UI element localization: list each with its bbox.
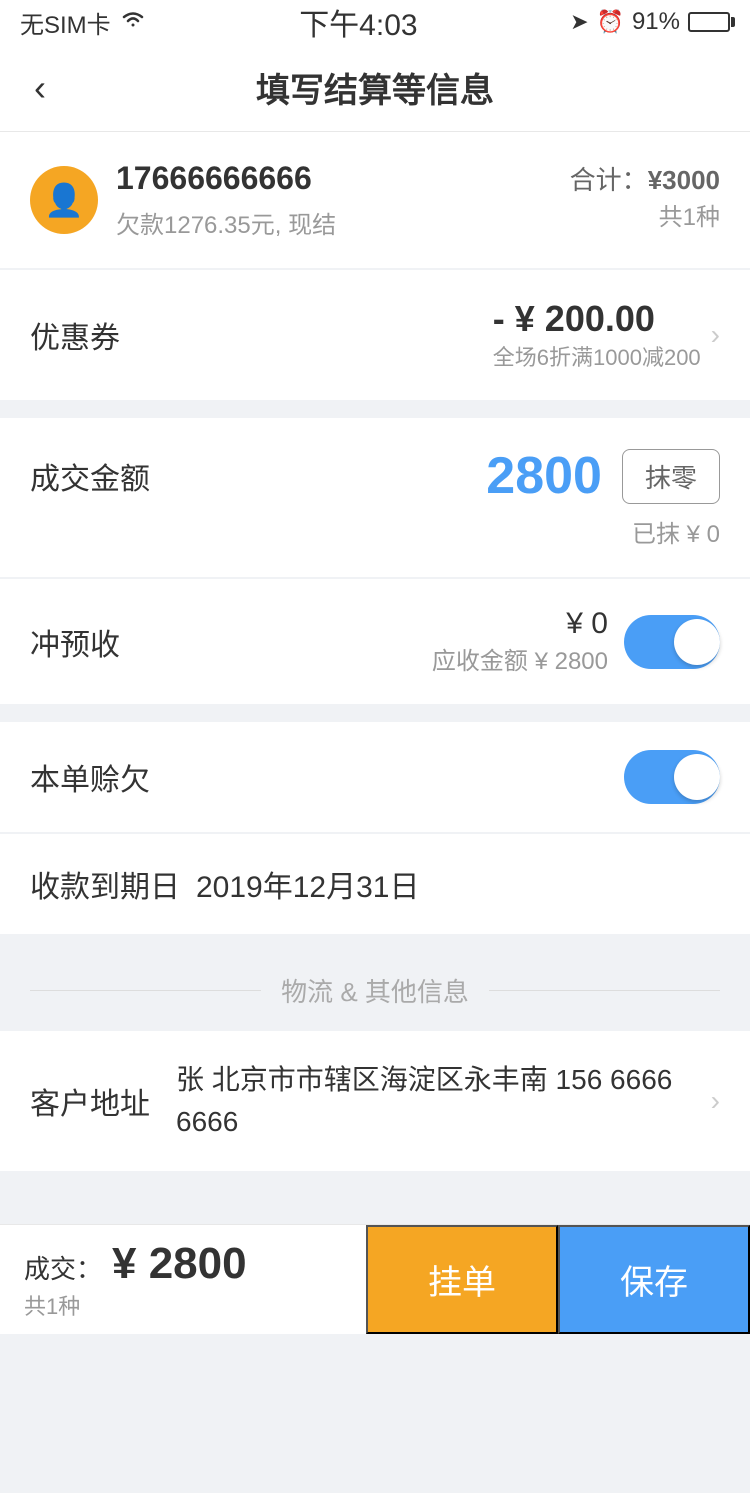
address-section[interactable]: 客户地址 张 北京市市辖区海淀区永丰南 156 6666 6666 › xyxy=(0,1031,750,1171)
duedate-section: 收款到期日 2019年12月31日 xyxy=(0,834,750,934)
status-time: 下午4:03 xyxy=(299,0,417,44)
carrier-text: 无SIM卡 xyxy=(20,5,111,40)
logistics-line-right xyxy=(489,990,720,991)
divider-3 xyxy=(0,936,750,952)
bottom-deal-label: 成交： xyxy=(24,1249,102,1286)
nav-bar: ‹ 填写结算等信息 xyxy=(0,44,750,132)
toggle-knob xyxy=(674,619,720,665)
save-button[interactable]: 保存 xyxy=(558,1225,750,1334)
precollect-row: 冲预收 ¥ 0 应收金额 ¥ 2800 xyxy=(30,607,720,676)
logistics-line-left xyxy=(30,990,261,991)
bottom-deal-amount: ¥ 2800 xyxy=(112,1239,247,1289)
address-value: 张 北京市市辖区海淀区永丰南 156 6666 6666 xyxy=(176,1059,695,1143)
toggle-knob-2 xyxy=(674,754,720,800)
precollect-toggle[interactable] xyxy=(624,615,720,669)
status-bar: 无SIM卡 下午4:03 ➤ ⏰ 91% xyxy=(0,0,750,44)
total-label: 合计：¥3000 xyxy=(570,160,720,197)
precollect-amounts: ¥ 0 应收金额 ¥ 2800 xyxy=(432,607,608,676)
precollect-label: 冲预收 xyxy=(30,620,120,664)
address-label: 客户地址 xyxy=(30,1079,160,1123)
precollect-section: 冲预收 ¥ 0 应收金额 ¥ 2800 xyxy=(0,579,750,704)
total-count: 共1种 xyxy=(570,197,720,232)
wifi-icon xyxy=(119,8,147,36)
duedate-label: 收款到期日 xyxy=(30,862,180,906)
page-title: 填写结算等信息 xyxy=(256,63,494,112)
arrears-toggle[interactable] xyxy=(624,750,720,804)
deal-section: 成交金额 2800 抹零 已抹 ¥ 0 xyxy=(0,418,750,577)
arrears-section: 本单赊欠 xyxy=(0,722,750,832)
address-chevron-icon: › xyxy=(711,1085,720,1117)
coupon-detail: 全场6折满1000减200 xyxy=(493,340,701,372)
bottom-count: 共1种 xyxy=(24,1289,342,1321)
customer-section: 👤 17666666666 欠款1276.35元, 现结 合计：¥3000 共1… xyxy=(0,132,750,268)
customer-debt: 欠款1276.35元, 现结 xyxy=(116,205,336,240)
bottom-summary: 成交： ¥ 2800 共1种 xyxy=(0,1225,366,1334)
status-left: 无SIM卡 xyxy=(20,5,147,40)
bottom-deal-row: 成交： ¥ 2800 xyxy=(24,1239,342,1289)
duedate-value: 2019年12月31日 xyxy=(196,862,419,906)
deal-label: 成交金额 xyxy=(30,454,150,498)
deal-sub: 已抹 ¥ 0 xyxy=(30,514,720,549)
chevron-right-icon: › xyxy=(711,319,720,351)
coupon-label: 优惠券 xyxy=(30,313,120,357)
precollect-sub: 应收金额 ¥ 2800 xyxy=(432,641,608,676)
coupon-section[interactable]: 优惠券 - ¥ 200.00 全场6折满1000减200 › xyxy=(0,270,750,400)
deal-amount: 2800 xyxy=(486,446,602,506)
coupon-right: - ¥ 200.00 全场6折满1000减200 › xyxy=(493,298,720,372)
customer-info: 17666666666 欠款1276.35元, 现结 xyxy=(116,160,336,240)
battery-percent: 91% xyxy=(632,8,680,36)
logistics-label: 物流 & 其他信息 xyxy=(281,972,469,1009)
location-icon: ➤ xyxy=(570,9,588,35)
arrears-label: 本单赊欠 xyxy=(30,755,150,799)
alarm-icon: ⏰ xyxy=(597,9,624,35)
deal-row: 成交金额 2800 抹零 xyxy=(30,446,720,506)
back-button[interactable]: ‹ xyxy=(24,57,56,119)
status-right: ➤ ⏰ 91% xyxy=(570,8,730,36)
customer-left: 👤 17666666666 欠款1276.35元, 现结 xyxy=(30,160,336,240)
coupon-discount: - ¥ 200.00 xyxy=(493,298,701,340)
battery-icon xyxy=(688,12,730,32)
deal-right: 2800 抹零 xyxy=(486,446,720,506)
divider-2 xyxy=(0,706,750,722)
customer-phone: 17666666666 xyxy=(116,160,336,197)
customer-total: 合计：¥3000 共1种 xyxy=(570,160,720,232)
divider-1 xyxy=(0,402,750,418)
round-button[interactable]: 抹零 xyxy=(622,449,720,504)
bottom-bar: 成交： ¥ 2800 共1种 挂单 保存 xyxy=(0,1224,750,1334)
hold-button[interactable]: 挂单 xyxy=(366,1225,558,1334)
avatar-icon: 👤 xyxy=(44,181,84,219)
avatar: 👤 xyxy=(30,166,98,234)
precollect-right: ¥ 0 应收金额 ¥ 2800 xyxy=(432,607,720,676)
logistics-divider: 物流 & 其他信息 xyxy=(0,952,750,1029)
precollect-amount: ¥ 0 xyxy=(432,607,608,641)
